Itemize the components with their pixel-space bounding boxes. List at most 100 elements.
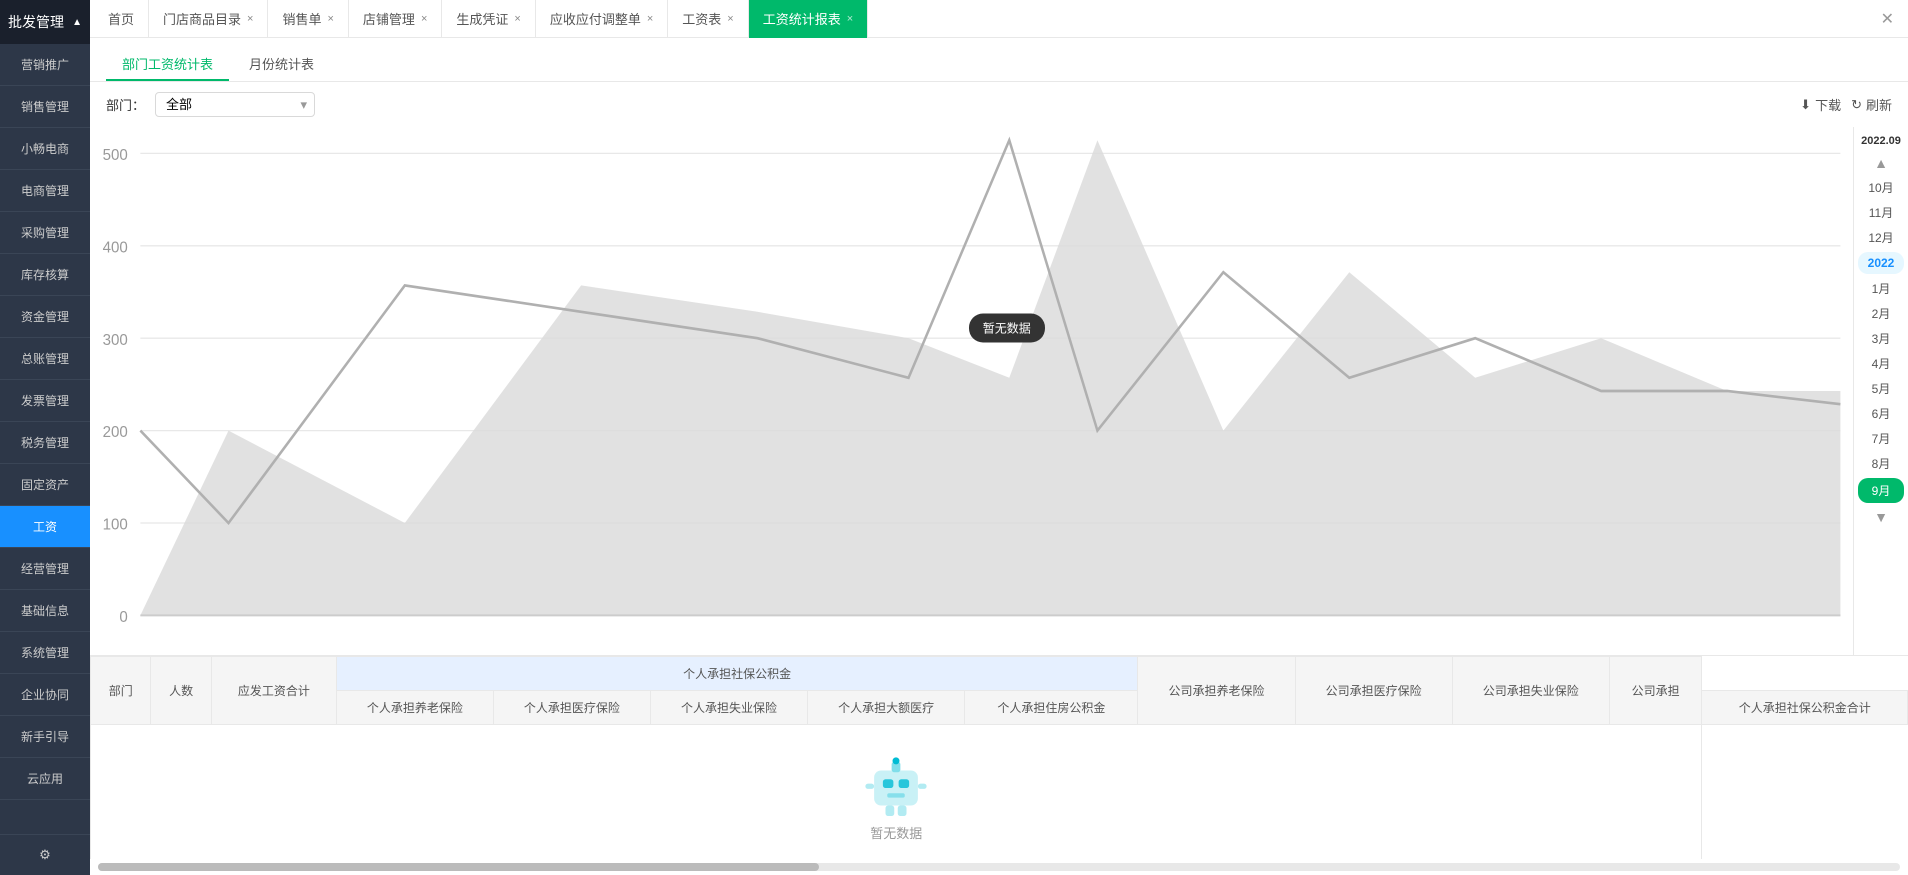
timeline-item-9月[interactable]: 9月	[1858, 478, 1904, 503]
sub-tabs: 部门工资统计表月份统计表	[90, 38, 1908, 82]
empty-robot-icon	[861, 753, 931, 823]
sidebar-item-企业协同[interactable]: 企业协同	[0, 674, 90, 716]
timeline-item-7月[interactable]: 7月	[1854, 426, 1908, 451]
timeline-item-8月[interactable]: 8月	[1854, 451, 1908, 476]
timeline-item-1月[interactable]: 1月	[1854, 276, 1908, 301]
th-personal-unemployment: 个人承担失业保险	[650, 691, 807, 725]
timeline-header: 2022.09	[1861, 131, 1901, 151]
timeline-item-3月[interactable]: 3月	[1854, 326, 1908, 351]
sidebar-header[interactable]: 批发管理 ▲	[0, 0, 90, 44]
main-area: 首页门店商品目录×销售单×店铺管理×生成凭证×应收应付调整单×工资表×工资统计报…	[90, 0, 1908, 875]
timeline-item-5月[interactable]: 5月	[1854, 376, 1908, 401]
empty-state: 暂无数据	[101, 733, 1691, 859]
toolbar: 部门： 全部 ⬇ 下载 ↻ 刷新	[90, 82, 1908, 127]
th-salary-total: 应发工资合计	[211, 657, 336, 725]
sidebar-item-销售管理[interactable]: 销售管理	[0, 86, 90, 128]
sidebar-item-云应用[interactable]: 云应用	[0, 758, 90, 800]
sidebar-item-发票管理[interactable]: 发票管理	[0, 380, 90, 422]
sidebar-item-采购管理[interactable]: 采购管理	[0, 212, 90, 254]
sidebar-item-基础信息[interactable]: 基础信息	[0, 590, 90, 632]
scrollbar-thumb	[98, 863, 819, 871]
tab-close-2[interactable]: ×	[327, 13, 333, 25]
th-company-medical: 公司承担医疗保险	[1295, 657, 1452, 725]
tab-close-1[interactable]: ×	[247, 13, 253, 25]
empty-text: 暂无数据	[870, 823, 922, 842]
sidebar-item-经营管理[interactable]: 经营管理	[0, 548, 90, 590]
svg-text:0: 0	[119, 609, 127, 626]
tab-label-4: 生成凭证	[456, 9, 508, 28]
tab-close-5[interactable]: ×	[647, 13, 653, 25]
tab-2[interactable]: 销售单 ×	[268, 0, 348, 38]
timeline-item-11月[interactable]: 11月	[1854, 200, 1908, 225]
no-data-tooltip: 暂无数据	[969, 313, 1045, 342]
sidebar-item-营销推广[interactable]: 营销推广	[0, 44, 90, 86]
refresh-button[interactable]: ↻ 刷新	[1851, 95, 1892, 114]
timeline-item-12月[interactable]: 12月	[1854, 225, 1908, 250]
svg-text:100: 100	[103, 516, 128, 533]
svg-text:500: 500	[103, 147, 128, 164]
th-company-other: 公司承担	[1609, 657, 1702, 725]
data-table: 部门 人数 应发工资合计 个人承担社保公积金 公司承担养老保险 公司承担医疗保险…	[90, 656, 1908, 859]
th-dept: 部门	[91, 657, 151, 725]
sidebar-item-系统管理[interactable]: 系统管理	[0, 632, 90, 674]
sidebar-item-小畅电商[interactable]: 小畅电商	[0, 128, 90, 170]
th-personal-social: 个人承担社保公积金	[336, 657, 1138, 691]
tab-3[interactable]: 店铺管理×	[349, 0, 442, 38]
tab-close-4[interactable]: ×	[514, 13, 520, 25]
timeline-sidebar: 2022.09 ▲ 10月11月12月20221月2月3月4月5月6月7月8月9…	[1853, 127, 1908, 655]
chart-svg: 500 400 300 200 100 0	[90, 127, 1853, 655]
refresh-label: 刷新	[1866, 95, 1892, 114]
tab-7[interactable]: 工资统计报表 ×	[749, 0, 868, 38]
sidebar-item-电商管理[interactable]: 电商管理	[0, 170, 90, 212]
th-personal-pension: 个人承担养老保险	[336, 691, 493, 725]
close-all-tabs-button[interactable]: ✕	[1871, 9, 1904, 29]
tab-close-7[interactable]: ×	[847, 13, 853, 25]
timeline-item-2月[interactable]: 2月	[1854, 301, 1908, 326]
sidebar-item-工资[interactable]: 工资	[0, 506, 90, 548]
sidebar-item-库存核算[interactable]: 库存核算	[0, 254, 90, 296]
th-company-unemployment: 公司承担失业保险	[1452, 657, 1609, 725]
tab-label-6: 工资表	[682, 9, 721, 28]
sidebar-item-固定资产[interactable]: 固定资产	[0, 464, 90, 506]
tab-label-2: 销售单	[282, 9, 321, 28]
th-personal-social-total: 个人承担社保公积金合计	[1702, 691, 1908, 725]
tab-1[interactable]: 门店商品目录 ×	[149, 0, 268, 38]
th-company-pension: 公司承担养老保险	[1138, 657, 1295, 725]
sidebar-header-label: 批发管理	[8, 12, 64, 32]
toolbar-right: ⬇ 下载 ↻ 刷新	[1800, 95, 1892, 114]
th-personal-medical: 个人承担医疗保险	[493, 691, 650, 725]
tab-close-6[interactable]: ×	[727, 13, 733, 25]
tab-0[interactable]: 首页	[94, 0, 149, 38]
timeline-item-6月[interactable]: 6月	[1854, 401, 1908, 426]
tab-5[interactable]: 应收应付调整单×	[536, 0, 668, 38]
sidebar-footer-settings[interactable]: ⚙	[0, 834, 90, 875]
sub-tab-0[interactable]: 部门工资统计表	[106, 48, 229, 81]
horizontal-scrollbar[interactable]	[98, 863, 1900, 871]
timeline-up-arrow[interactable]: ▲	[1870, 151, 1892, 175]
sidebar-item-新手引导[interactable]: 新手引导	[0, 716, 90, 758]
th-count: 人数	[151, 657, 211, 725]
tabs-bar: 首页门店商品目录×销售单×店铺管理×生成凭证×应收应付调整单×工资表×工资统计报…	[90, 0, 1908, 38]
timeline-item-4月[interactable]: 4月	[1854, 351, 1908, 376]
sidebar-item-资金管理[interactable]: 资金管理	[0, 296, 90, 338]
tab-label-7: 工资统计报表	[763, 9, 841, 28]
sidebar-item-税务管理[interactable]: 税务管理	[0, 422, 90, 464]
svg-text:300: 300	[103, 331, 128, 348]
table-wrapper[interactable]: 部门 人数 应发工资合计 个人承担社保公积金 公司承担养老保险 公司承担医疗保险…	[90, 656, 1908, 859]
tab-close-3[interactable]: ×	[421, 13, 427, 25]
timeline-down-arrow[interactable]: ▼	[1870, 505, 1892, 529]
dept-label: 部门：	[106, 95, 145, 114]
timeline-item-2022[interactable]: 2022	[1858, 252, 1904, 274]
dept-select[interactable]: 全部	[155, 92, 315, 117]
sidebar-item-总账管理[interactable]: 总账管理	[0, 338, 90, 380]
chart-main: 500 400 300 200 100 0	[90, 127, 1853, 655]
timeline-item-10月[interactable]: 10月	[1854, 175, 1908, 200]
tab-6[interactable]: 工资表 ×	[668, 0, 748, 38]
tab-label-1: 门店商品目录	[163, 9, 241, 28]
th-personal-housing-fund: 个人承担住房公积金	[965, 691, 1138, 725]
download-button[interactable]: ⬇ 下载	[1800, 95, 1841, 114]
sub-tab-1[interactable]: 月份统计表	[233, 48, 330, 81]
empty-cell: 暂无数据	[91, 725, 1702, 860]
svg-text:200: 200	[103, 424, 128, 441]
tab-4[interactable]: 生成凭证 ×	[442, 0, 535, 38]
